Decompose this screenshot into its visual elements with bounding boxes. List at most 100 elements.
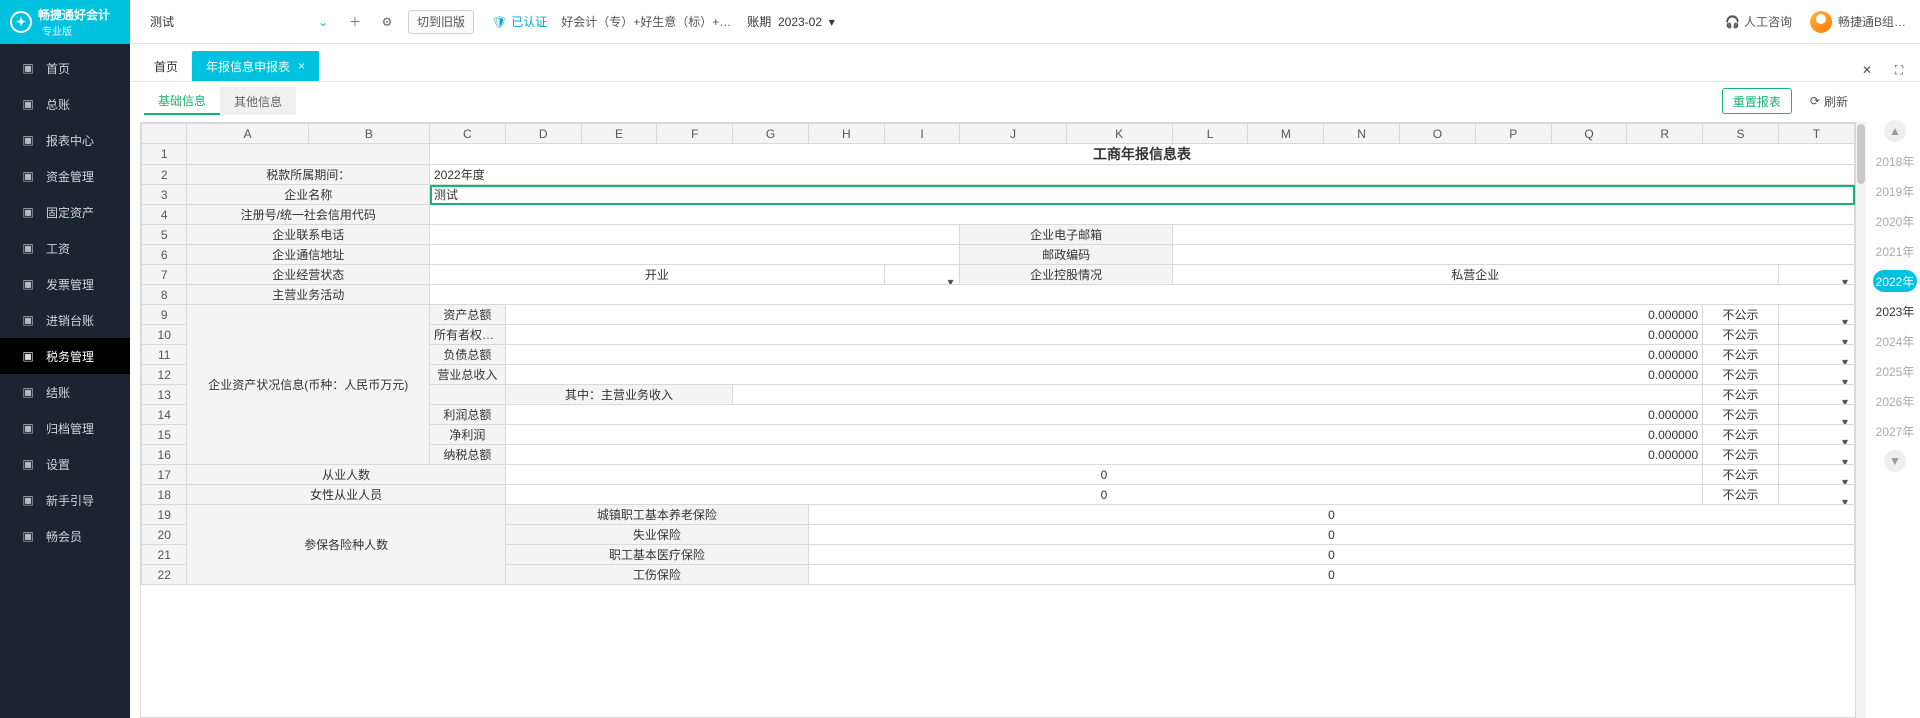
row-header-17[interactable]: 17 [142, 465, 187, 485]
email-value[interactable] [1172, 225, 1854, 245]
fin-value[interactable]: 0.000000 [505, 425, 1702, 445]
col-header-J[interactable]: J [960, 124, 1066, 144]
row-header-4[interactable]: 4 [142, 205, 187, 225]
row-header-16[interactable]: 16 [142, 445, 187, 465]
fullscreen-button[interactable]: ⛶ [1888, 59, 1910, 81]
close-tab-icon[interactable]: × [298, 59, 305, 73]
row-header-20[interactable]: 20 [142, 525, 187, 545]
company-settings-button[interactable]: ⚙ [376, 11, 398, 33]
nopub[interactable]: 不公示 [1703, 405, 1779, 425]
nopub[interactable]: 不公示 [1703, 385, 1779, 405]
tab-annual-report[interactable]: 年报信息申报表 × [192, 51, 319, 81]
sidebar-item-archive[interactable]: ▣归档管理 [0, 410, 130, 446]
row-header-3[interactable]: 3 [142, 185, 187, 205]
nopub-dropdown[interactable] [1778, 405, 1854, 425]
nopub-dropdown[interactable] [1778, 365, 1854, 385]
nopub-dropdown[interactable] [1778, 485, 1854, 505]
row-header-5[interactable]: 5 [142, 225, 187, 245]
col-header-T[interactable]: T [1778, 124, 1854, 144]
year-prev-button[interactable]: ▲ [1884, 120, 1906, 142]
col-header-Q[interactable]: Q [1551, 124, 1627, 144]
nopub-dropdown[interactable] [1778, 345, 1854, 365]
col-header-A[interactable]: A [187, 124, 308, 144]
period[interactable]: 账期 2023-02 ▾ [747, 13, 834, 30]
row-header-13[interactable]: 13 [142, 385, 187, 405]
col-header-S[interactable]: S [1703, 124, 1779, 144]
col-header-N[interactable]: N [1324, 124, 1400, 144]
col-header-I[interactable]: I [884, 124, 960, 144]
year-2025年[interactable]: 2025年 [1873, 360, 1917, 382]
fin-value[interactable]: 0.000000 [505, 325, 1702, 345]
row-header-15[interactable]: 15 [142, 425, 187, 445]
nopub-dropdown[interactable] [1778, 325, 1854, 345]
sidebar-item-close[interactable]: ▣结账 [0, 374, 130, 410]
female-value[interactable]: 0 [505, 485, 1702, 505]
fin-value[interactable]: 0.000000 [505, 405, 1702, 425]
nopub[interactable]: 不公示 [1703, 485, 1779, 505]
fin-value[interactable]: 0.000000 [505, 445, 1702, 465]
col-header-B[interactable]: B [308, 124, 429, 144]
col-header-E[interactable]: E [581, 124, 657, 144]
add-company-button[interactable]: ＋ [344, 11, 366, 33]
customer-service-button[interactable]: 🎧 人工咨询 [1725, 13, 1792, 30]
status-dropdown[interactable] [884, 265, 960, 285]
nopub[interactable]: 不公示 [1703, 345, 1779, 365]
phone-value[interactable] [430, 225, 960, 245]
sidebar-item-vip[interactable]: ▣畅会员 [0, 518, 130, 554]
nopub-dropdown[interactable] [1778, 425, 1854, 445]
col-header-L[interactable]: L [1172, 124, 1248, 144]
col-header-D[interactable]: D [505, 124, 581, 144]
row-header-2[interactable]: 2 [142, 165, 187, 185]
year-2022年[interactable]: 2022年 [1873, 270, 1917, 292]
ent-name-value[interactable]: 测试 [430, 185, 1855, 205]
row-header-1[interactable]: 1 [142, 144, 187, 165]
sub-mainrev-value[interactable] [733, 385, 1703, 405]
tax-period-value[interactable]: 2022年度 [430, 165, 1855, 185]
col-header-G[interactable]: G [733, 124, 809, 144]
year-2026年[interactable]: 2026年 [1873, 390, 1917, 412]
col-header-M[interactable]: M [1248, 124, 1324, 144]
refresh-button[interactable]: ⟳ 刷新 [1810, 93, 1848, 110]
ins-value[interactable]: 0 [808, 505, 1854, 525]
corner-cell[interactable] [142, 124, 187, 144]
ins-value[interactable]: 0 [808, 565, 1854, 585]
holding-value[interactable]: 私营企业 [1172, 265, 1778, 285]
ins-value[interactable]: 0 [808, 525, 1854, 545]
sidebar-item-guide[interactable]: ▣新手引导 [0, 482, 130, 518]
row-header-18[interactable]: 18 [142, 485, 187, 505]
col-header-H[interactable]: H [808, 124, 884, 144]
reset-report-button[interactable]: 重置报表 [1722, 88, 1792, 114]
sidebar-item-invoice[interactable]: ▣发票管理 [0, 266, 130, 302]
sidebar-item-ledger[interactable]: ▣总账 [0, 86, 130, 122]
ins-value[interactable]: 0 [808, 545, 1854, 565]
nopub-dropdown[interactable] [1778, 385, 1854, 405]
nopub[interactable]: 不公示 [1703, 445, 1779, 465]
year-2018年[interactable]: 2018年 [1873, 150, 1917, 172]
year-2019年[interactable]: 2019年 [1873, 180, 1917, 202]
mainbiz-value[interactable] [430, 285, 1855, 305]
fin-value[interactable]: 0.000000 [505, 345, 1702, 365]
row-header-11[interactable]: 11 [142, 345, 187, 365]
tab-home[interactable]: 首页 [140, 51, 192, 81]
reg-no-value[interactable] [430, 205, 1855, 225]
col-header-R[interactable]: R [1627, 124, 1703, 144]
sidebar-item-gear[interactable]: ▣设置 [0, 446, 130, 482]
close-all-tabs-button[interactable]: ✕ [1856, 59, 1878, 81]
status-value[interactable]: 开业 [430, 265, 885, 285]
subtab-basic[interactable]: 基础信息 [144, 87, 220, 115]
row-header-14[interactable]: 14 [142, 405, 187, 425]
spreadsheet[interactable]: ABCDEFGHIJKLMNOPQRST1工商年报信息表2税款所属期间：2022… [140, 122, 1856, 718]
col-header-O[interactable]: O [1400, 124, 1476, 144]
subtab-other[interactable]: 其他信息 [220, 87, 296, 115]
nopub[interactable]: 不公示 [1703, 365, 1779, 385]
emp-value[interactable]: 0 [505, 465, 1702, 485]
sidebar-item-asset[interactable]: ▣固定资产 [0, 194, 130, 230]
row-header-9[interactable]: 9 [142, 305, 187, 325]
col-header-P[interactable]: P [1475, 124, 1551, 144]
company-selector[interactable]: 测试 ⌄ [144, 8, 334, 36]
nopub[interactable]: 不公示 [1703, 465, 1779, 485]
col-header-F[interactable]: F [657, 124, 733, 144]
post-value[interactable] [1172, 245, 1854, 265]
sidebar-item-fund[interactable]: ▣资金管理 [0, 158, 130, 194]
switch-old-version-button[interactable]: 切到旧版 [408, 10, 474, 34]
